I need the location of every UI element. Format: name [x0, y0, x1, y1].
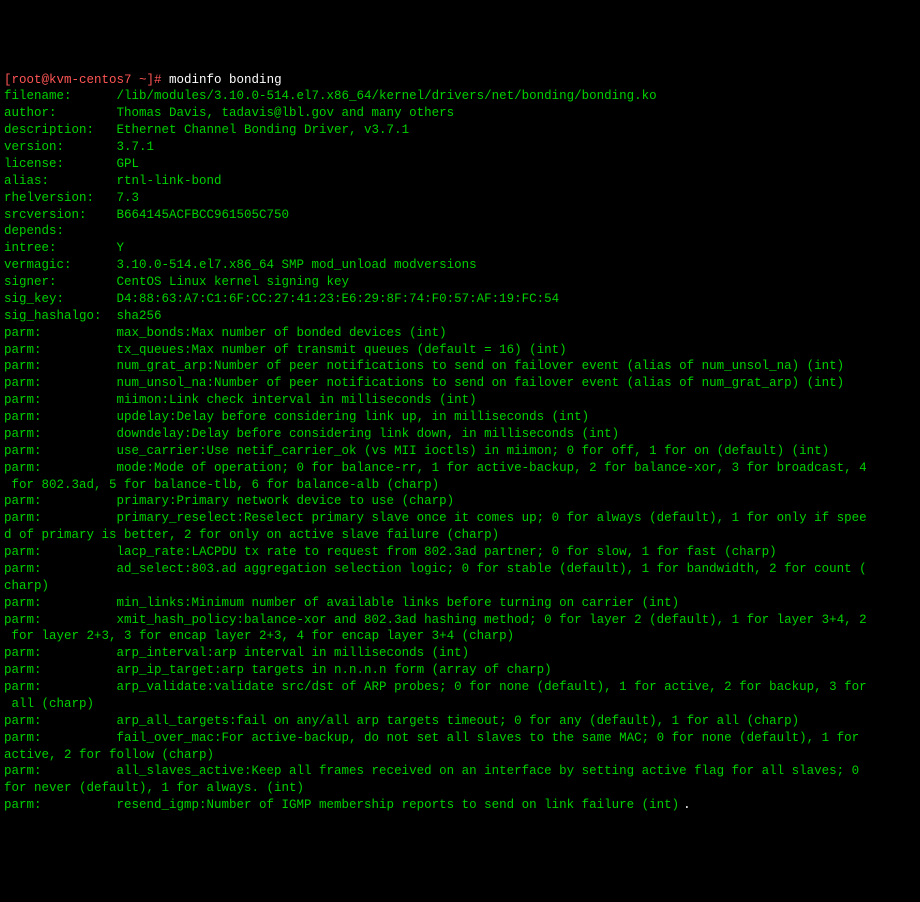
modinfo-parms: parm: max_bonds:Max number of bonded dev…: [4, 325, 916, 814]
modinfo-fields: filename: /lib/modules/3.10.0-514.el7.x8…: [4, 88, 916, 324]
terminal-output[interactable]: [root@kvm-centos7 ~]# modinfo bonding fi…: [4, 72, 916, 815]
command-text: modinfo bonding: [169, 73, 282, 87]
cursor-icon: .: [683, 797, 691, 814]
shell-prompt: [root@kvm-centos7 ~]#: [4, 73, 162, 87]
